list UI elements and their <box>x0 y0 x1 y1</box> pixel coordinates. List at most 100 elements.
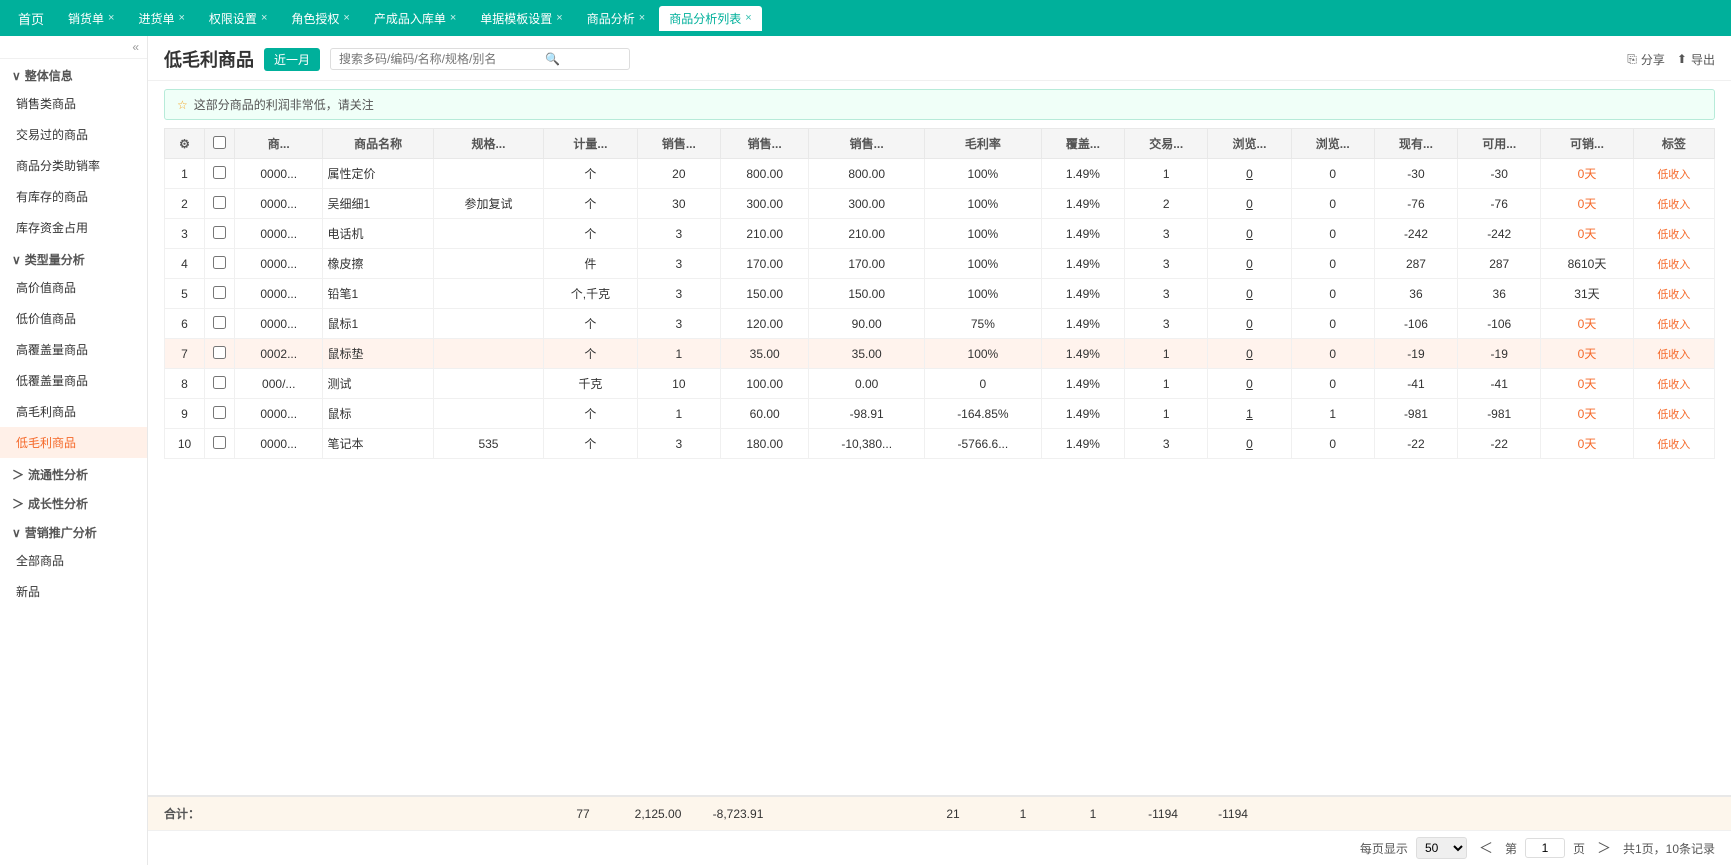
col-current-header: 现有... <box>1374 129 1457 159</box>
page-number-input[interactable] <box>1525 838 1565 858</box>
row-code: 0000... <box>235 249 323 279</box>
settings-icon[interactable]: ⚙ <box>179 137 190 151</box>
next-page-button[interactable]: ＞ <box>1593 838 1615 858</box>
close-product-entry-tab[interactable]: × <box>450 12 456 24</box>
row-sales1: 3 <box>637 249 720 279</box>
per-page-select[interactable]: 50 100 200 <box>1416 837 1467 859</box>
row-num: 1 <box>165 159 205 189</box>
prev-page-button[interactable]: ＜ <box>1475 838 1497 858</box>
row-code: 0000... <box>235 189 323 219</box>
nav-product-analysis[interactable]: 商品分析 × <box>577 6 655 31</box>
row-sales2: 180.00 <box>720 429 808 459</box>
close-template-tab[interactable]: × <box>556 12 562 24</box>
row-checkbox[interactable] <box>205 369 235 399</box>
col-spec-header: 规格... <box>433 129 543 159</box>
nav-permission[interactable]: 权限设置 × <box>199 6 277 31</box>
nav-analysis-list[interactable]: 商品分析列表 × <box>659 6 761 31</box>
search-icon[interactable]: 🔍 <box>545 52 560 66</box>
row-view1[interactable]: 0 <box>1208 369 1291 399</box>
nav-purchase[interactable]: 进货单 × <box>128 6 194 31</box>
row-view1[interactable]: 0 <box>1208 189 1291 219</box>
row-code: 0000... <box>235 429 323 459</box>
close-product-analysis-tab[interactable]: × <box>639 12 645 24</box>
sidebar-item-stock-capital[interactable]: 库存资金占用 <box>0 212 147 243</box>
filter-button[interactable]: 近一月 <box>264 48 320 71</box>
sidebar-section-type[interactable]: ∨ 类型量分析 <box>0 243 147 272</box>
row-sales1: 1 <box>637 399 720 429</box>
sidebar-item-low-profit[interactable]: 低毛利商品 <box>0 427 147 458</box>
row-usable: 36 <box>1458 279 1541 309</box>
sidebar-item-all-goods[interactable]: 全部商品 <box>0 545 147 576</box>
search-input[interactable] <box>339 52 539 66</box>
table-row: 5 0000... 铅笔1 个,千克 3 150.00 150.00 100% … <box>165 279 1715 309</box>
row-salable: 0天 <box>1541 369 1633 399</box>
close-analysis-list-tab[interactable]: × <box>745 12 751 24</box>
row-view1[interactable]: 0 <box>1208 339 1291 369</box>
col-checkbox[interactable] <box>205 129 235 159</box>
export-button[interactable]: ⬆ 导出 <box>1677 51 1715 68</box>
row-view2: 0 <box>1291 219 1374 249</box>
row-salable: 8610天 <box>1541 249 1633 279</box>
row-num: 3 <box>165 219 205 249</box>
row-view1[interactable]: 0 <box>1208 429 1291 459</box>
close-role-tab[interactable]: × <box>343 12 349 24</box>
row-sales1: 30 <box>637 189 720 219</box>
sidebar-item-category-rate[interactable]: 商品分类助销率 <box>0 150 147 181</box>
row-checkbox[interactable] <box>205 279 235 309</box>
nav-template[interactable]: 单据模板设置 × <box>470 6 572 31</box>
row-sales2: 100.00 <box>720 369 808 399</box>
row-checkbox[interactable] <box>205 429 235 459</box>
sidebar-section-marketing[interactable]: ∨ 营销推广分析 <box>0 516 147 545</box>
row-cover: 1.49% <box>1041 279 1124 309</box>
row-num: 4 <box>165 249 205 279</box>
row-unit: 个 <box>544 399 638 429</box>
row-checkbox[interactable] <box>205 189 235 219</box>
row-checkbox[interactable] <box>205 339 235 369</box>
sidebar-section-overall[interactable]: ∨ 整体信息 <box>0 59 147 88</box>
row-view1[interactable]: 0 <box>1208 219 1291 249</box>
nav-product-entry[interactable]: 产成品入库单 × <box>364 6 466 31</box>
nav-home[interactable]: 首页 <box>8 5 54 32</box>
sidebar-collapse-button[interactable]: « <box>0 36 147 59</box>
nav-sales[interactable]: 销货单 × <box>58 6 124 31</box>
sidebar-section-growth[interactable]: ＞ 成长性分析 <box>0 487 147 516</box>
row-view1[interactable]: 0 <box>1208 249 1291 279</box>
row-sales2: 210.00 <box>720 219 808 249</box>
row-checkbox[interactable] <box>205 399 235 429</box>
sidebar-item-high-profit[interactable]: 高毛利商品 <box>0 396 147 427</box>
row-name: 吴细细1 <box>323 189 433 219</box>
sidebar-item-low-value[interactable]: 低价值商品 <box>0 303 147 334</box>
close-sales-tab[interactable]: × <box>108 12 114 24</box>
row-name: 属性定价 <box>323 159 433 189</box>
select-all-checkbox[interactable] <box>213 136 226 149</box>
sidebar-item-high-value[interactable]: 高价值商品 <box>0 272 147 303</box>
row-code: 0000... <box>235 399 323 429</box>
row-gross: 100% <box>924 339 1041 369</box>
sidebar-item-in-stock[interactable]: 有库存的商品 <box>0 181 147 212</box>
sidebar-item-traded-goods[interactable]: 交易过的商品 <box>0 119 147 150</box>
nav-role[interactable]: 角色授权 × <box>281 6 359 31</box>
row-salable: 0天 <box>1541 189 1633 219</box>
row-view1[interactable]: 1 <box>1208 399 1291 429</box>
col-settings[interactable]: ⚙ <box>165 129 205 159</box>
row-unit: 个 <box>544 339 638 369</box>
row-checkbox[interactable] <box>205 309 235 339</box>
row-view1[interactable]: 0 <box>1208 309 1291 339</box>
row-view1[interactable]: 0 <box>1208 279 1291 309</box>
row-checkbox[interactable] <box>205 219 235 249</box>
sidebar-item-high-coverage[interactable]: 高覆盖量商品 <box>0 334 147 365</box>
row-num: 9 <box>165 399 205 429</box>
sidebar-item-low-coverage[interactable]: 低覆盖量商品 <box>0 365 147 396</box>
sidebar-item-sales-goods[interactable]: 销售类商品 <box>0 88 147 119</box>
row-view1[interactable]: 0 <box>1208 159 1291 189</box>
sidebar-section-flow[interactable]: ＞ 流通性分析 <box>0 458 147 487</box>
sidebar-item-new-goods[interactable]: 新品 <box>0 576 147 607</box>
row-checkbox[interactable] <box>205 249 235 279</box>
row-name: 测试 <box>323 369 433 399</box>
close-purchase-tab[interactable]: × <box>178 12 184 24</box>
row-num: 5 <box>165 279 205 309</box>
close-permission-tab[interactable]: × <box>261 12 267 24</box>
row-current: -19 <box>1374 339 1457 369</box>
row-checkbox[interactable] <box>205 159 235 189</box>
share-button[interactable]: ⎘ 分享 <box>1627 51 1665 68</box>
